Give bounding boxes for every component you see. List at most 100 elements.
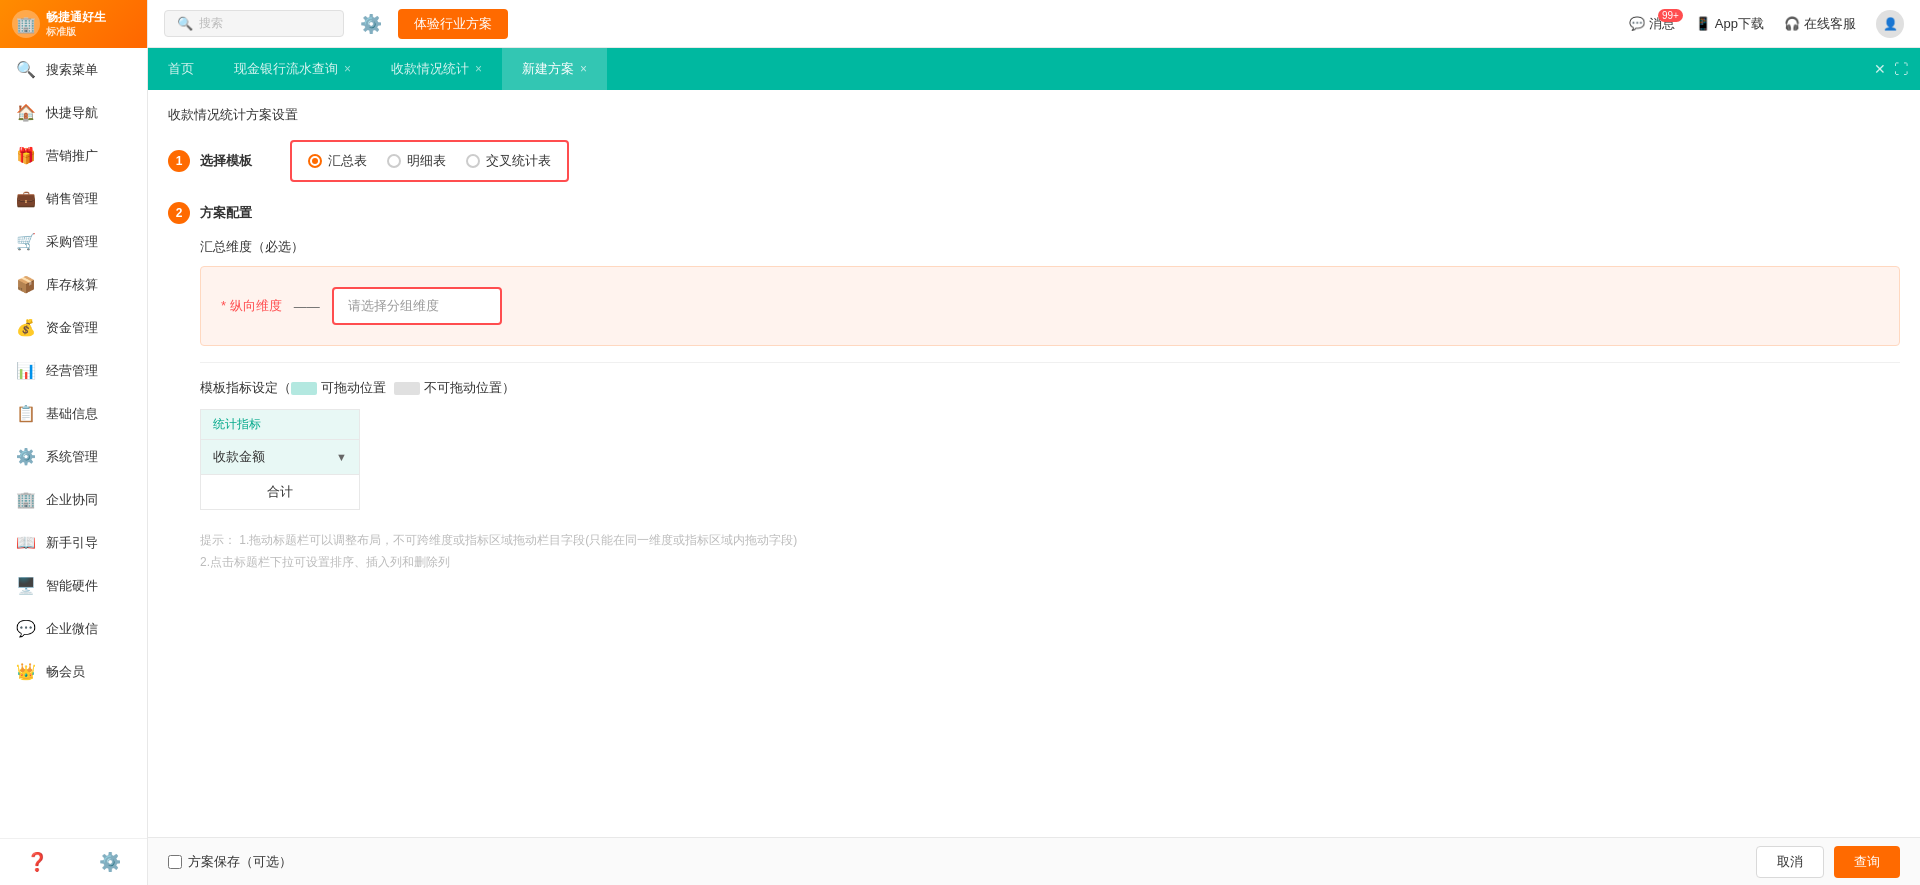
- fixed-legend-box: [394, 382, 420, 395]
- sidebar-bottom-settings[interactable]: ⚙️: [91, 847, 129, 877]
- close-new-plan-tab[interactable]: ×: [580, 62, 587, 76]
- sidebar-item-collab[interactable]: 🏢 企业协同: [0, 478, 147, 521]
- step2-num: 2: [168, 202, 190, 224]
- tabbar: 首页 现金银行流水查询 × 收款情况统计 × 新建方案 × ✕ ⛶: [148, 48, 1920, 90]
- sales-icon: 💼: [16, 189, 36, 208]
- sidebar-logo: 🏢 畅捷通好生 标准版: [0, 0, 147, 48]
- basic-info-icon: 📋: [16, 404, 36, 423]
- trial-btn[interactable]: 体验行业方案: [398, 9, 508, 39]
- radio-detail-circle: [387, 154, 401, 168]
- logo-icon: 🏢: [12, 10, 40, 38]
- tab-new-plan[interactable]: 新建方案 ×: [502, 48, 607, 90]
- metrics-total: 合计: [201, 475, 359, 509]
- settings-icon: ⚙️: [99, 851, 121, 873]
- step1-num: 1: [168, 150, 190, 172]
- dimension-area: * 纵向维度 —— 请选择分组维度: [200, 266, 1900, 346]
- search-menu-icon: 🔍: [16, 60, 36, 79]
- close-bank-flow-tab[interactable]: ×: [344, 62, 351, 76]
- notification-btn[interactable]: 💬 消息 99+: [1629, 15, 1675, 33]
- tab-home[interactable]: 首页: [148, 48, 214, 90]
- logo-text: 畅捷通好生 标准版: [46, 10, 106, 39]
- dimension-title: 汇总维度（必选）: [200, 238, 1900, 256]
- content-inner: 收款情况统计方案设置 1 选择模板 汇总表: [148, 90, 1920, 837]
- wechat-icon: 💬: [16, 619, 36, 638]
- step2-title: 方案配置: [200, 204, 252, 222]
- sidebar-item-system[interactable]: ⚙️ 系统管理: [0, 435, 147, 478]
- page-title: 收款情况统计方案设置: [168, 106, 1900, 124]
- sidebar-item-marketing[interactable]: 🎁 营销推广: [0, 134, 147, 177]
- sidebar-item-purchase[interactable]: 🛒 采购管理: [0, 220, 147, 263]
- sidebar-item-member[interactable]: 👑 畅会员: [0, 650, 147, 693]
- online-support-btn[interactable]: 🎧 在线客服: [1784, 15, 1856, 33]
- settings-gear-icon[interactable]: ⚙️: [360, 13, 382, 35]
- sidebar-item-search-menu[interactable]: 🔍 搜索菜单: [0, 48, 147, 91]
- tab-bank-flow[interactable]: 现金银行流水查询 ×: [214, 48, 371, 90]
- user-avatar[interactable]: 👤: [1876, 10, 1904, 38]
- cancel-button[interactable]: 取消: [1756, 846, 1824, 878]
- step1-section: 1 选择模板 汇总表 明细表: [168, 140, 1900, 182]
- sidebar-bottom: ❓ ⚙️: [0, 838, 147, 885]
- draggable-label: 可拖动位置: [321, 379, 386, 397]
- metrics-cell-amount[interactable]: 收款金额 ▼: [201, 440, 359, 475]
- template-selection: 汇总表 明细表 交叉统计表: [290, 140, 569, 182]
- search-box[interactable]: 🔍 搜索: [164, 10, 344, 37]
- avatar-icon: 👤: [1883, 17, 1898, 31]
- query-button[interactable]: 查询: [1834, 846, 1900, 878]
- sidebar-item-sales[interactable]: 💼 销售管理: [0, 177, 147, 220]
- content-area: 收款情况统计方案设置 1 选择模板 汇总表: [148, 90, 1920, 837]
- dimension-select[interactable]: 请选择分组维度: [332, 287, 502, 325]
- metrics-config-title-text: 模板指标设定（: [200, 379, 291, 397]
- save-checkbox-input[interactable]: [168, 855, 182, 869]
- main-area: 🔍 搜索 ⚙️ 体验行业方案 💬 消息 99+ 📱 App下载 🎧 在线客服 👤: [148, 0, 1920, 885]
- operations-icon: 📊: [16, 361, 36, 380]
- hint-1: 提示： 1.拖动标题栏可以调整布局，不可跨维度或指标区域拖动栏目字段(只能在同一…: [200, 530, 1900, 552]
- step2-section: 2 方案配置 汇总维度（必选） * 纵向维度 —— 请选择分组维度: [168, 202, 1900, 573]
- home-icon: 🏠: [16, 103, 36, 122]
- smart-hw-icon: 🖥️: [16, 576, 36, 595]
- metrics-header: 统计指标: [201, 410, 359, 440]
- sidebar-nav: 🔍 搜索菜单 🏠 快捷导航 🎁 营销推广 💼 销售管理 🛒 采购管理 📦 库存核…: [0, 48, 147, 838]
- metrics-table: 统计指标 收款金额 ▼ 合计: [200, 409, 360, 510]
- sidebar: 🏢 畅捷通好生 标准版 🔍 搜索菜单 🏠 快捷导航 🎁 营销推广 💼 销售管理 …: [0, 0, 148, 885]
- sidebar-item-operations[interactable]: 📊 经营管理: [0, 349, 147, 392]
- message-icon: 💬: [1629, 16, 1645, 31]
- radio-summary-circle: [308, 154, 322, 168]
- sidebar-item-inventory[interactable]: 📦 库存核算: [0, 263, 147, 306]
- radio-cross[interactable]: 交叉统计表: [466, 152, 551, 170]
- sidebar-item-guide[interactable]: 📖 新手引导: [0, 521, 147, 564]
- dimension-row: * 纵向维度 —— 请选择分组维度: [221, 287, 1879, 325]
- save-checkbox[interactable]: 方案保存（可选）: [168, 853, 292, 871]
- help-icon: ❓: [26, 851, 48, 873]
- radio-cross-circle: [466, 154, 480, 168]
- step1-title: 选择模板: [200, 152, 252, 170]
- sidebar-bottom-help[interactable]: ❓: [18, 847, 56, 877]
- footer: 方案保存（可选） 取消 查询: [148, 837, 1920, 885]
- member-icon: 👑: [16, 662, 36, 681]
- radio-detail[interactable]: 明细表: [387, 152, 446, 170]
- support-icon: 🎧: [1784, 16, 1800, 31]
- marketing-icon: 🎁: [16, 146, 36, 165]
- sidebar-item-basic-info[interactable]: 📋 基础信息: [0, 392, 147, 435]
- close-window-icon[interactable]: ✕: [1874, 61, 1886, 77]
- sidebar-item-wechat[interactable]: 💬 企业微信: [0, 607, 147, 650]
- inventory-icon: 📦: [16, 275, 36, 294]
- hint-area: 提示： 1.拖动标题栏可以调整布局，不可跨维度或指标区域拖动栏目字段(只能在同一…: [200, 530, 1900, 573]
- cell-dropdown-icon[interactable]: ▼: [336, 451, 347, 463]
- divider: [200, 362, 1900, 363]
- app-icon: 📱: [1695, 16, 1711, 31]
- sidebar-item-quick-nav[interactable]: 🏠 快捷导航: [0, 91, 147, 134]
- app-download-btn[interactable]: 📱 App下载: [1695, 15, 1764, 33]
- topbar-right: 💬 消息 99+ 📱 App下载 🎧 在线客服 👤: [1629, 10, 1904, 38]
- tab-receipt-stats[interactable]: 收款情况统计 ×: [371, 48, 502, 90]
- search-icon: 🔍: [177, 16, 193, 31]
- finance-icon: 💰: [16, 318, 36, 337]
- topbar: 🔍 搜索 ⚙️ 体验行业方案 💬 消息 99+ 📱 App下载 🎧 在线客服 👤: [148, 0, 1920, 48]
- sidebar-item-finance[interactable]: 💰 资金管理: [0, 306, 147, 349]
- sidebar-item-smart-hw[interactable]: 🖥️ 智能硬件: [0, 564, 147, 607]
- guide-icon: 📖: [16, 533, 36, 552]
- radio-summary[interactable]: 汇总表: [308, 152, 367, 170]
- expand-icon[interactable]: ⛶: [1894, 61, 1908, 77]
- close-receipt-stats-tab[interactable]: ×: [475, 62, 482, 76]
- collab-icon: 🏢: [16, 490, 36, 509]
- arrow-icon: ——: [294, 299, 320, 314]
